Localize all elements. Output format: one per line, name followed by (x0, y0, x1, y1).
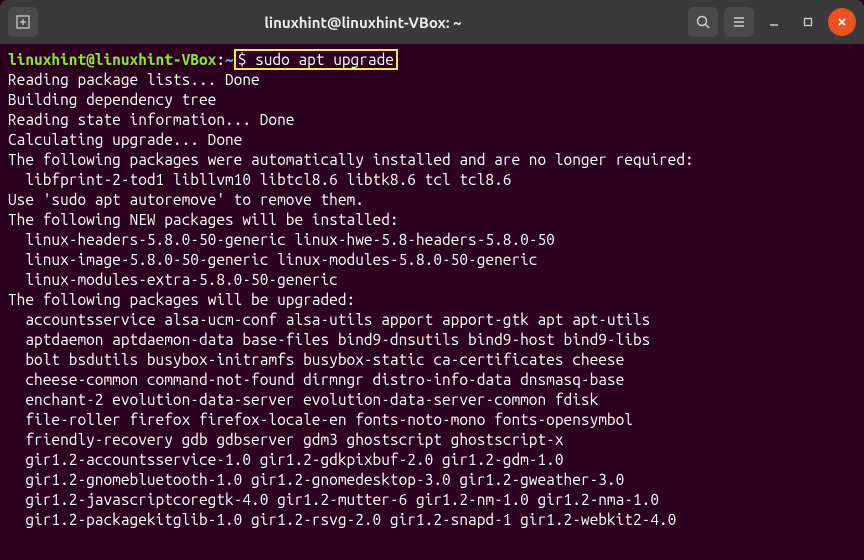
prompt-colon: : (216, 51, 225, 68)
command-text: sudo apt upgrade (246, 51, 394, 68)
output-line: bolt bsdutils busybox-initramfs busybox-… (8, 350, 856, 370)
output-line: enchant-2 evolution-data-server evolutio… (8, 390, 856, 410)
output-line: Calculating upgrade... Done (8, 130, 856, 150)
prompt-line: linuxhint@linuxhint-VBox:~$ sudo apt upg… (8, 50, 856, 70)
output-line: The following packages were automaticall… (8, 150, 856, 170)
output-line: Reading package lists... Done (8, 70, 856, 90)
output-line: file-roller firefox firefox-locale-en fo… (8, 410, 856, 430)
output-line: The following NEW packages will be insta… (8, 210, 856, 230)
minimize-button[interactable] (760, 8, 788, 36)
output-line: linux-image-5.8.0-50-generic linux-modul… (8, 250, 856, 270)
output-line: The following packages will be upgraded: (8, 290, 856, 310)
menu-button[interactable] (724, 7, 754, 37)
output-line: accountsservice alsa-ucm-conf alsa-utils… (8, 310, 856, 330)
search-button[interactable] (688, 7, 718, 37)
command-highlight: $ sudo apt upgrade (234, 49, 398, 70)
output-line: libfprint-2-tod1 libllvm10 libtcl8.6 lib… (8, 170, 856, 190)
output-line: Reading state information... Done (8, 110, 856, 130)
output-line: Use 'sudo apt autoremove' to remove them… (8, 190, 856, 210)
output-line: aptdaemon aptdaemon-data base-files bind… (8, 330, 856, 350)
titlebar: linuxhint@linuxhint-VBox: ~ (0, 0, 864, 44)
new-tab-button[interactable] (8, 7, 38, 37)
window-title: linuxhint@linuxhint-VBox: ~ (44, 14, 682, 31)
output-line: linux-headers-5.8.0-50-generic linux-hwe… (8, 230, 856, 250)
output-line: gir1.2-javascriptcoregtk-4.0 gir1.2-mutt… (8, 490, 856, 510)
close-button[interactable] (828, 8, 856, 36)
terminal-window: linuxhint@linuxhint-VBox: ~ linuxhint@li… (0, 0, 864, 560)
output-line: gir1.2-accountsservice-1.0 gir1.2-gdkpix… (8, 450, 856, 470)
terminal-body[interactable]: linuxhint@linuxhint-VBox:~$ sudo apt upg… (0, 44, 864, 536)
output-line: gir1.2-packagekitglib-1.0 gir1.2-rsvg-2.… (8, 510, 856, 530)
output-line: gir1.2-gnomebluetooth-1.0 gir1.2-gnomede… (8, 470, 856, 490)
prompt-path: ~ (225, 51, 234, 68)
output-line: cheese-common command-not-found dirmngr … (8, 370, 856, 390)
output-line: friendly-recovery gdb gdbserver gdm3 gho… (8, 430, 856, 450)
maximize-button[interactable] (794, 8, 822, 36)
output-line: Building dependency tree (8, 90, 856, 110)
prompt-user-host: linuxhint@linuxhint-VBox (8, 51, 216, 68)
output-line: linux-modules-extra-5.8.0-50-generic (8, 270, 856, 290)
